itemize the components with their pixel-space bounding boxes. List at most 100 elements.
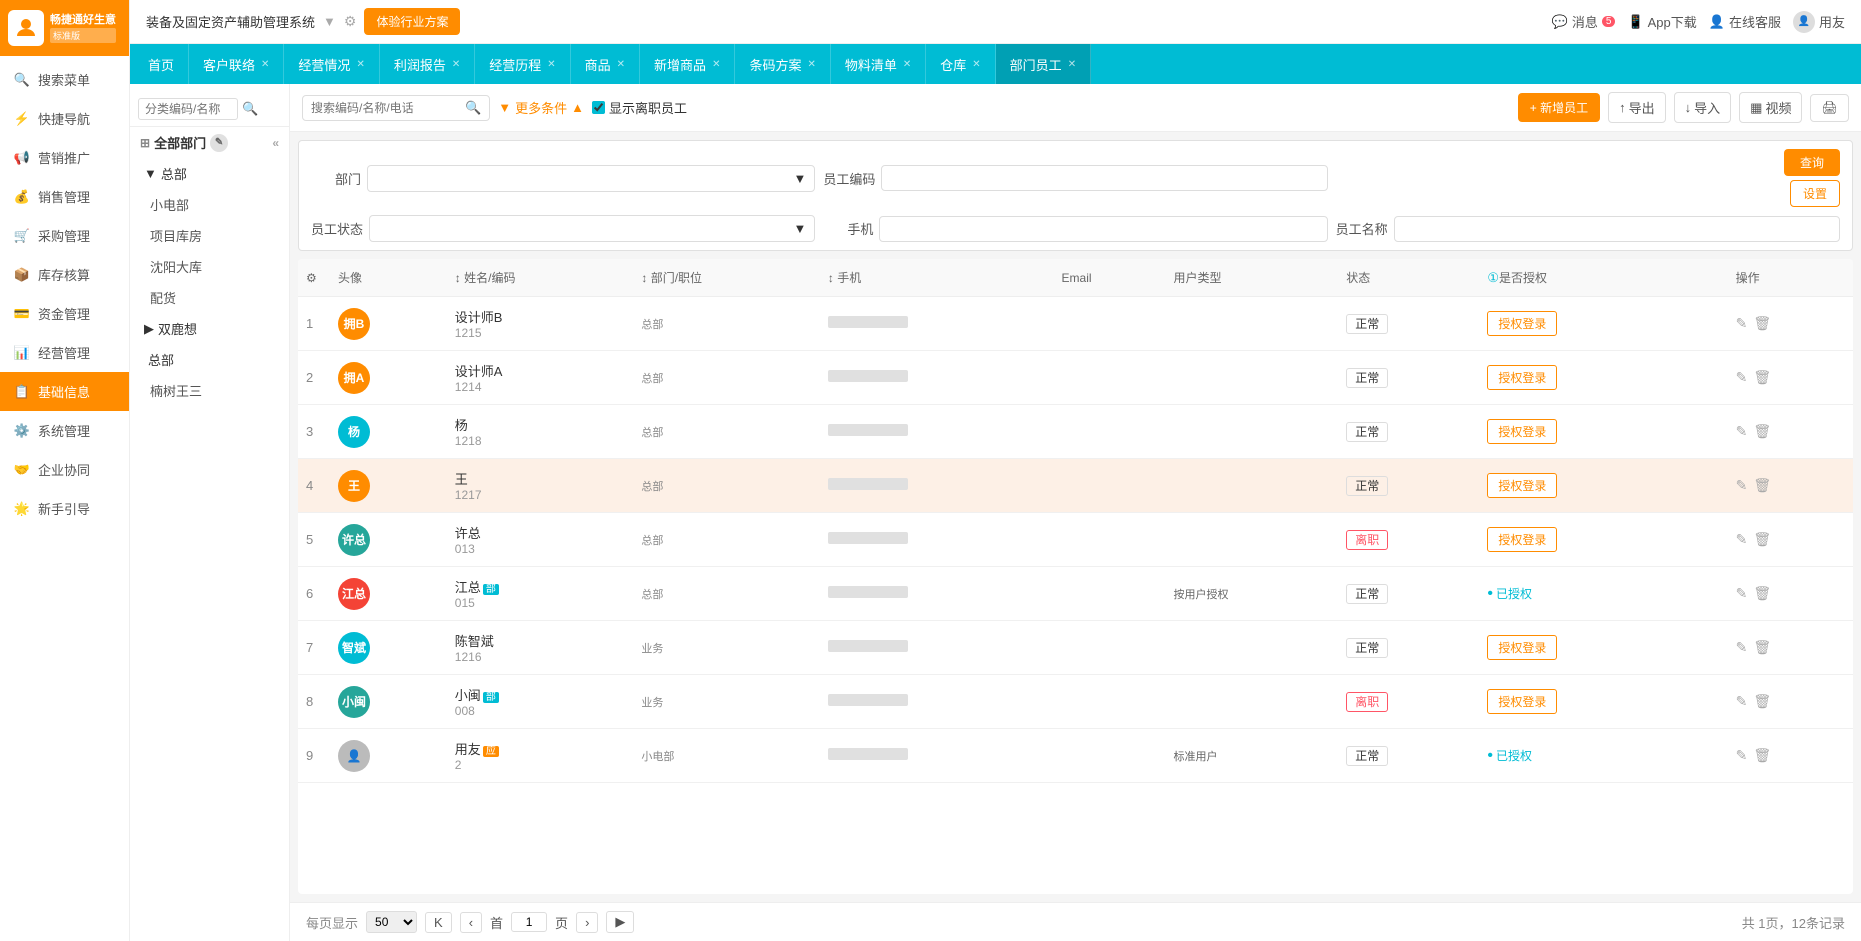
dept-item-peihuо[interactable]: 配货 <box>130 282 289 313</box>
user-menu[interactable]: 👤 用友 <box>1793 11 1845 33</box>
online-service-button[interactable]: 👤 在线客服 <box>1709 12 1781 31</box>
tab-customer[interactable]: 客户联络✕ <box>189 44 284 84</box>
sidebar-item-marketing[interactable]: 📢 营销推广 <box>0 138 129 177</box>
sidebar-item-finance[interactable]: 💳 资金管理 <box>0 294 129 333</box>
auth-button[interactable]: 授权登录 <box>1487 473 1557 498</box>
dept-item-project[interactable]: 项目库房 <box>130 220 289 251</box>
auth-button[interactable]: 授权登录 <box>1487 311 1557 336</box>
tab-close[interactable]: ✕ <box>807 59 815 70</box>
dept-item-small-elec[interactable]: 小电部 <box>130 189 289 220</box>
dept-group-shuangluxiang[interactable]: ▶ 双鹿想 <box>130 313 289 344</box>
dept-search-icon[interactable]: 🔍 <box>242 101 258 117</box>
collapse-left-icon[interactable]: « <box>272 136 279 150</box>
last-page-btn[interactable]: ▶ <box>606 911 634 933</box>
message-button[interactable]: 💬 消息 5 <box>1552 12 1616 31</box>
dept-item-shenyang[interactable]: 沈阳大库 <box>130 251 289 282</box>
view-button[interactable]: ▦ 视频 <box>1739 92 1802 123</box>
delete-btn[interactable]: 🗑 <box>1753 585 1771 602</box>
sidebar-item-sales[interactable]: 💰 销售管理 <box>0 177 129 216</box>
edit-btn[interactable]: ✎ <box>1736 369 1748 386</box>
tab-close[interactable]: ✕ <box>452 59 460 70</box>
edit-btn[interactable]: ✎ <box>1736 585 1748 602</box>
next-page-btn[interactable]: › <box>576 912 598 933</box>
delete-btn[interactable]: 🗑 <box>1753 315 1771 332</box>
col-settings[interactable]: ⚙ <box>298 259 330 297</box>
delete-btn[interactable]: 🗑 <box>1753 747 1771 764</box>
edit-btn[interactable]: ✎ <box>1736 315 1748 332</box>
phone-input[interactable] <box>879 216 1327 242</box>
edit-btn[interactable]: ✎ <box>1736 531 1748 548</box>
tab-employees[interactable]: 部门员工✕ <box>996 44 1091 84</box>
tab-operations[interactable]: 经营情况✕ <box>284 44 379 84</box>
edit-btn[interactable]: ✎ <box>1736 693 1748 710</box>
tab-history[interactable]: 经营历程✕ <box>475 44 570 84</box>
more-conditions-btn[interactable]: ▼ 更多条件 ▲ <box>498 98 584 117</box>
dept-search-input[interactable] <box>138 98 238 120</box>
tab-close[interactable]: ✕ <box>547 59 555 70</box>
auth-button[interactable]: 授权登录 <box>1487 635 1557 660</box>
delete-btn[interactable]: 🗑 <box>1753 531 1771 548</box>
dept-group-general[interactable]: ▼ 总部 <box>130 158 289 189</box>
first-page-btn[interactable]: K <box>425 912 452 933</box>
sidebar-item-collab[interactable]: 🤝 企业协同 <box>0 450 129 489</box>
col-name[interactable]: ↕ 姓名/编码 <box>447 259 634 297</box>
dept-item-nanshuwang[interactable]: 楠树王三 <box>130 375 289 406</box>
tab-close[interactable]: ✕ <box>617 59 625 70</box>
tab-warehouse[interactable]: 仓库✕ <box>926 44 995 84</box>
tab-profit[interactable]: 利润报告✕ <box>380 44 475 84</box>
filter-settings-button[interactable]: 设置 <box>1790 180 1840 207</box>
edit-btn[interactable]: ✎ <box>1736 477 1748 494</box>
col-dept[interactable]: ↕ 部门/职位 <box>633 259 820 297</box>
search-icon[interactable]: 🔍 <box>465 100 481 116</box>
per-page-select[interactable]: 50 100 200 <box>366 911 417 933</box>
sidebar-item-purchase[interactable]: 🛒 采购管理 <box>0 216 129 255</box>
dept-all-header[interactable]: ⊞ 全部部门 ✎ « <box>130 127 289 158</box>
sidebar-item-inventory[interactable]: 📦 库存核算 <box>0 255 129 294</box>
auth-button[interactable]: 授权登录 <box>1487 689 1557 714</box>
delete-btn[interactable]: 🗑 <box>1753 639 1771 656</box>
sidebar-item-nav[interactable]: ⚡ 快捷导航 <box>0 99 129 138</box>
app-download-button[interactable]: 📱 App下载 <box>1627 12 1696 31</box>
delete-btn[interactable]: 🗑 <box>1753 477 1771 494</box>
edit-btn[interactable]: ✎ <box>1736 423 1748 440</box>
col-phone[interactable]: ↕ 手机 <box>820 259 1054 297</box>
delete-btn[interactable]: 🗑 <box>1753 693 1771 710</box>
import-button[interactable]: ↓ 导入 <box>1674 92 1732 123</box>
tab-close[interactable]: ✕ <box>1068 59 1076 70</box>
tab-close[interactable]: ✕ <box>903 59 911 70</box>
employee-name-input[interactable] <box>1394 216 1840 242</box>
show-resigned-checkbox[interactable]: 显示离职员工 <box>592 98 687 117</box>
auth-button[interactable]: 授权登录 <box>1487 365 1557 390</box>
sidebar-item-management[interactable]: 📊 经营管理 <box>0 333 129 372</box>
settings-icon[interactable]: ⚙ <box>344 13 357 30</box>
sidebar-item-guide[interactable]: 🌟 新手引导 <box>0 489 129 528</box>
tab-close[interactable]: ✕ <box>712 59 720 70</box>
sidebar-item-search[interactable]: 🔍 搜索菜单 <box>0 60 129 99</box>
dropdown-icon[interactable]: ▼ <box>323 14 336 29</box>
tab-new-goods[interactable]: 新增商品✕ <box>640 44 735 84</box>
search-input[interactable] <box>311 101 461 115</box>
delete-btn[interactable]: 🗑 <box>1753 423 1771 440</box>
tab-barcode[interactable]: 条码方案✕ <box>735 44 830 84</box>
sidebar-item-system[interactable]: ⚙️ 系统管理 <box>0 411 129 450</box>
edit-btn[interactable]: ✎ <box>1736 747 1748 764</box>
tab-goods[interactable]: 商品✕ <box>571 44 640 84</box>
print-button[interactable]: 🖨 <box>1810 94 1849 122</box>
trial-button[interactable]: 体验行业方案 <box>364 8 460 35</box>
status-filter-select[interactable]: ▼ <box>369 215 815 242</box>
dept-edit-icon[interactable]: ✎ <box>210 134 228 152</box>
tab-close[interactable]: ✕ <box>261 59 269 70</box>
auth-button[interactable]: 授权登录 <box>1487 527 1557 552</box>
auth-button[interactable]: 授权登录 <box>1487 419 1557 444</box>
prev-page-btn[interactable]: ‹ <box>460 912 482 933</box>
tab-close[interactable]: ✕ <box>356 59 364 70</box>
delete-btn[interactable]: 🗑 <box>1753 369 1771 386</box>
tab-bom[interactable]: 物料清单✕ <box>831 44 926 84</box>
tab-close[interactable]: ✕ <box>972 59 980 70</box>
dept-filter-select[interactable]: ▼ <box>367 165 815 192</box>
employee-code-input[interactable] <box>881 165 1327 191</box>
sidebar-item-basic-info[interactable]: 📋 基础信息 <box>0 372 129 411</box>
query-button[interactable]: 查询 <box>1784 149 1840 176</box>
add-employee-button[interactable]: + 新增员工 <box>1518 93 1600 122</box>
tab-home[interactable]: 首页 <box>134 44 189 84</box>
